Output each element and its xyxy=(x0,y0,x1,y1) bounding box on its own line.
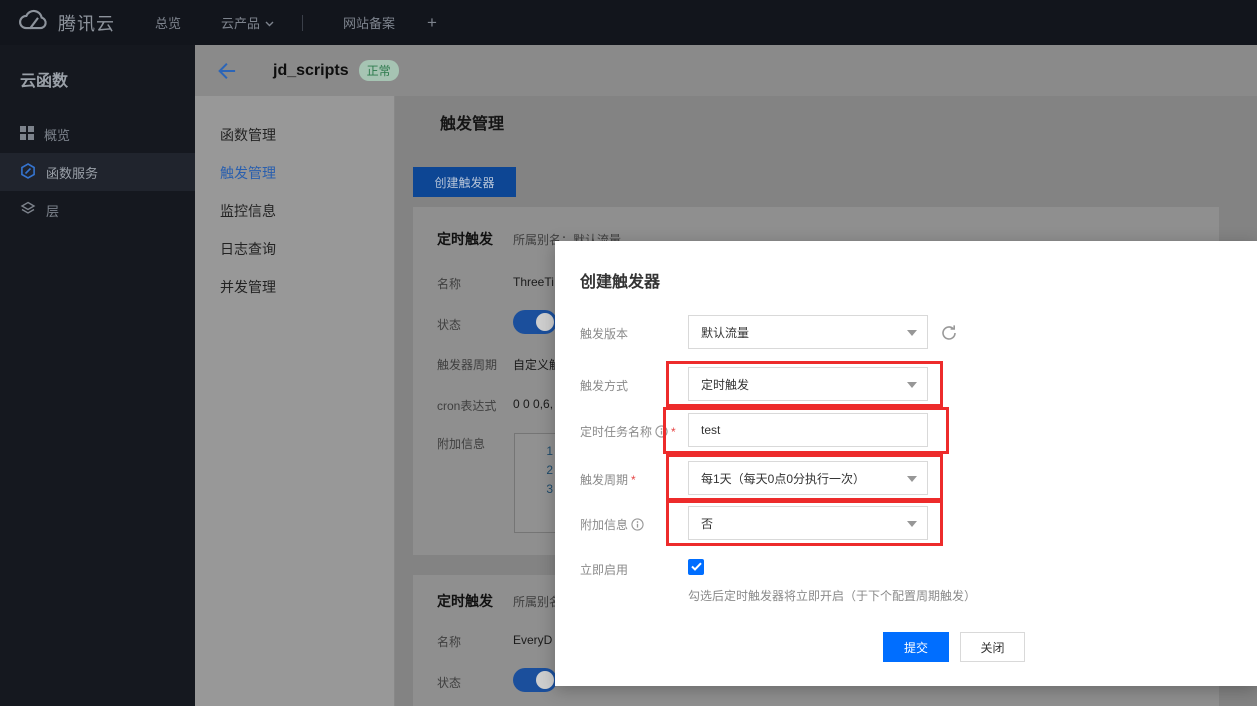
dropdown-caret-icon xyxy=(907,476,917,482)
sidebar-item-overview[interactable]: 概览 xyxy=(0,115,195,153)
tencent-cloud-logo[interactable]: 腾讯云 xyxy=(18,9,115,36)
page-title: 触发管理 xyxy=(440,110,504,134)
sidebar-item-function-service[interactable]: 函数服务 xyxy=(0,153,195,191)
enable-now-helper-text: 勾选后定时触发器将立即开启（于下个配置周期触发） xyxy=(688,587,976,604)
status-toggle[interactable] xyxy=(513,668,557,692)
period-label: 触发器周期 xyxy=(437,356,497,373)
dropdown-caret-icon xyxy=(907,382,917,388)
status-toggle[interactable] xyxy=(513,310,557,334)
sidebar-item-label: 函数服务 xyxy=(46,163,98,182)
trigger-alias: 所属别名 xyxy=(513,593,561,610)
extra-info-label: 附加信息 xyxy=(437,435,485,452)
editor-line-numbers: 1 2 3 xyxy=(515,434,553,499)
trigger-type: 定时触发 xyxy=(437,229,493,249)
nav-add-tab-button[interactable]: + xyxy=(427,13,437,33)
task-name-label: 定时任务名称 * xyxy=(580,423,676,440)
nav-overview[interactable]: 总览 xyxy=(155,13,181,32)
nav-products[interactable]: 云产品 xyxy=(221,13,274,32)
nav-beian[interactable]: 网站备案 xyxy=(343,13,395,32)
app-sidebar: 云函数 概览 函数服务 xyxy=(0,45,195,706)
refresh-icon[interactable] xyxy=(940,324,958,342)
select-value: 默认流量 xyxy=(701,324,749,341)
trigger-period-select[interactable]: 每1天（每天0点0分执行一次） xyxy=(688,461,928,495)
trigger-type: 定时触发 xyxy=(437,591,493,611)
create-trigger-modal: 创建触发器 触发版本 默认流量 触发方式 定时触发 定时任务名称 xyxy=(555,241,1257,686)
close-button[interactable]: 关闭 xyxy=(960,632,1025,662)
nav-divider xyxy=(302,15,303,31)
submit-button[interactable]: 提交 xyxy=(883,632,949,662)
method-label: 触发方式 xyxy=(580,377,628,394)
enable-now-checkbox[interactable] xyxy=(688,559,704,575)
info-icon xyxy=(631,518,644,531)
extra-info-label: 附加信息 xyxy=(580,516,644,533)
required-mark: * xyxy=(671,425,676,439)
name-value: ThreeTi xyxy=(513,275,554,289)
modal-title: 创建触发器 xyxy=(580,268,660,292)
sidebar-item-label: 层 xyxy=(46,201,59,220)
sidebar-title: 云函数 xyxy=(0,45,195,115)
enable-now-label: 立即启用 xyxy=(580,561,628,578)
function-submenu: 函数管理 触发管理 监控信息 日志查询 并发管理 xyxy=(195,96,395,706)
status-label: 状态 xyxy=(437,316,461,333)
tencent-cloud-console: 腾讯云 总览 云产品 网站备案 + 云函数 概览 xyxy=(0,0,1257,706)
brand-text: 腾讯云 xyxy=(58,10,115,36)
name-label: 名称 xyxy=(437,275,461,292)
function-name: jd_scripts xyxy=(273,62,349,80)
back-arrow-icon[interactable] xyxy=(215,60,237,82)
submenu-item-trigger-manage[interactable]: 触发管理 xyxy=(195,154,394,192)
method-select[interactable]: 定时触发 xyxy=(688,367,928,401)
extra-info-select[interactable]: 否 xyxy=(688,506,928,540)
layers-icon xyxy=(20,201,36,220)
function-hexagon-icon xyxy=(20,163,36,182)
function-header: jd_scripts 正常 xyxy=(195,45,1257,96)
cron-label: cron表达式 xyxy=(437,397,496,414)
name-value: EveryD xyxy=(513,633,552,647)
top-navbar: 腾讯云 总览 云产品 网站备案 + xyxy=(0,0,1257,45)
select-value: 定时触发 xyxy=(701,376,749,393)
toggle-knob xyxy=(536,671,554,689)
toggle-knob xyxy=(536,313,554,331)
grid-icon xyxy=(20,126,34,143)
submenu-item-monitor[interactable]: 监控信息 xyxy=(195,192,394,230)
version-select[interactable]: 默认流量 xyxy=(688,315,928,349)
name-label: 名称 xyxy=(437,633,461,650)
status-label: 状态 xyxy=(437,674,461,691)
task-name-input[interactable] xyxy=(688,413,928,447)
submenu-item-logs[interactable]: 日志查询 xyxy=(195,230,394,268)
cloud-logo-icon xyxy=(18,9,50,36)
dropdown-caret-icon xyxy=(907,330,917,336)
status-badge: 正常 xyxy=(359,60,399,81)
check-icon xyxy=(691,560,702,574)
create-trigger-button[interactable]: 创建触发器 xyxy=(413,167,516,197)
dropdown-caret-icon xyxy=(907,521,917,527)
select-value: 否 xyxy=(701,515,713,532)
sidebar-item-layers[interactable]: 层 xyxy=(0,191,195,229)
chevron-down-icon xyxy=(265,15,274,30)
submenu-item-function-manage[interactable]: 函数管理 xyxy=(195,116,394,154)
version-label: 触发版本 xyxy=(580,325,628,342)
period-value: 自定义触 xyxy=(513,356,561,373)
select-value: 每1天（每天0点0分执行一次） xyxy=(701,470,865,487)
required-mark: * xyxy=(631,473,636,487)
cron-value: 0 0 0,6, xyxy=(513,397,553,411)
info-icon xyxy=(655,425,668,438)
sidebar-item-label: 概览 xyxy=(44,125,70,144)
submenu-item-concurrency[interactable]: 并发管理 xyxy=(195,268,394,306)
trigger-period-label: 触发周期 * xyxy=(580,471,636,488)
